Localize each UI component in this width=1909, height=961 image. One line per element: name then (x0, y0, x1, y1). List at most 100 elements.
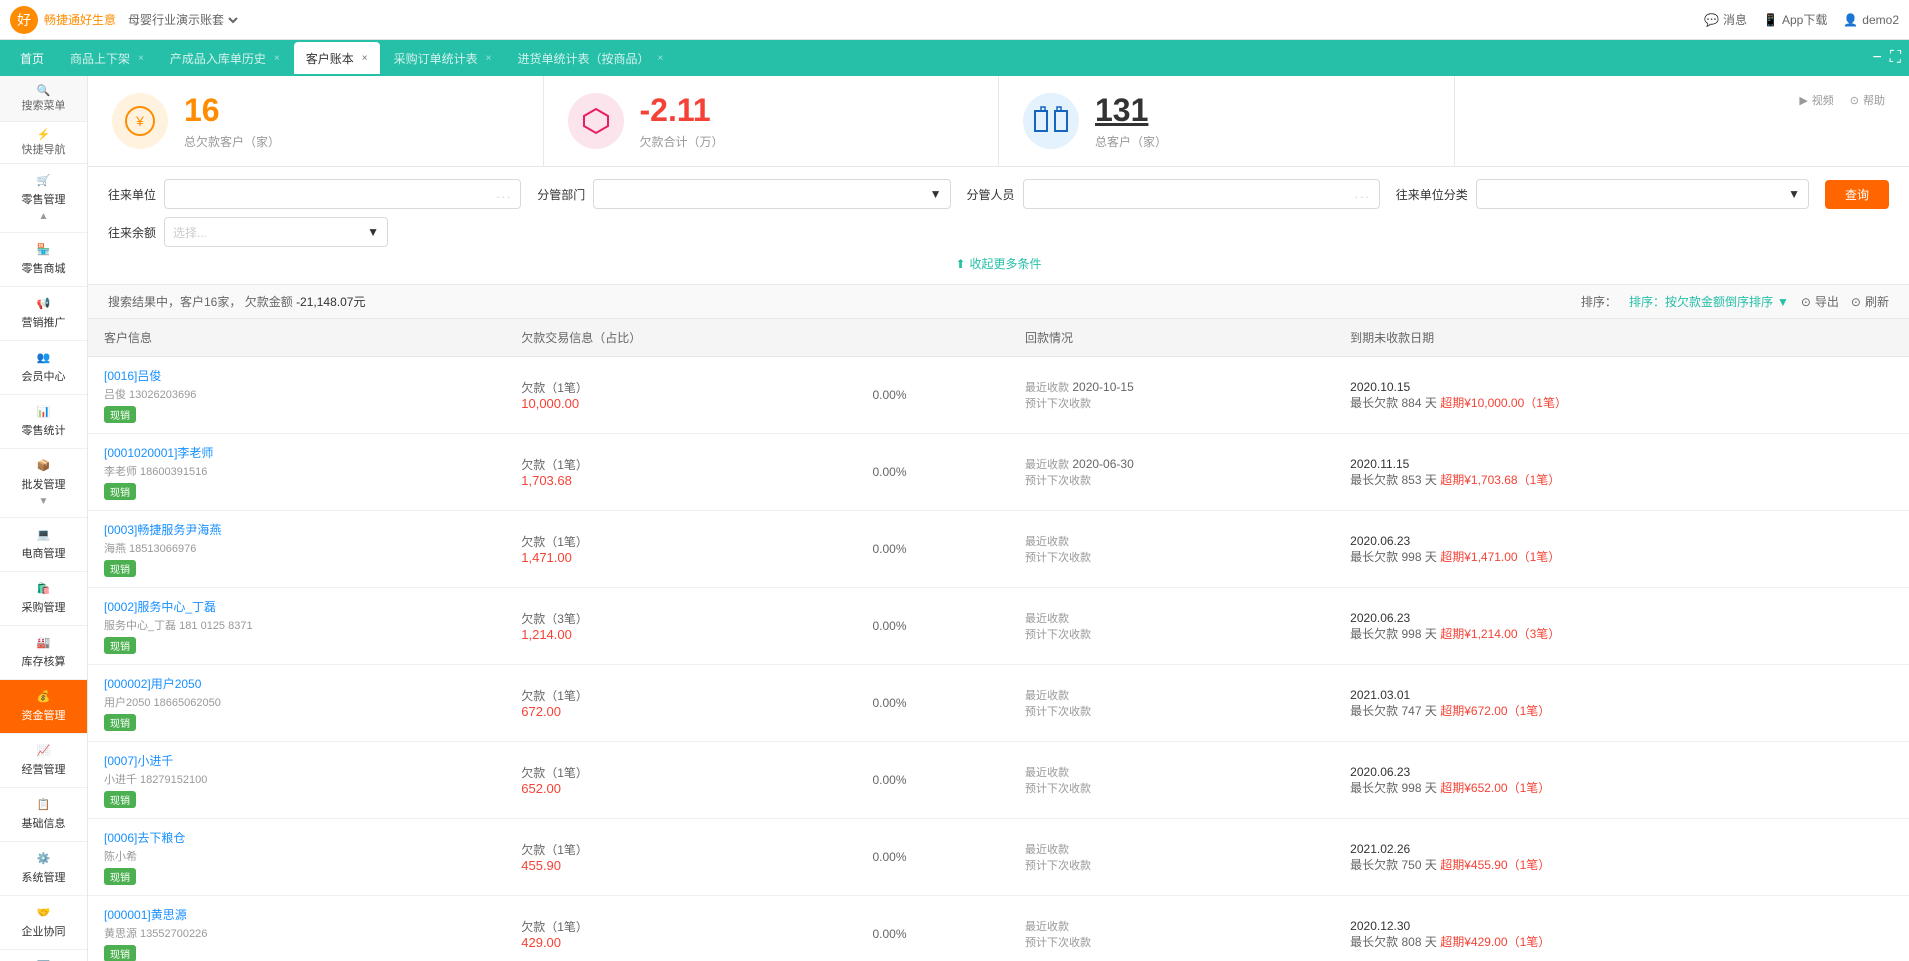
sidebar-item-ecommerce[interactable]: 💻 电商管理 (0, 518, 87, 572)
due-date-0: 2020.10.15 (1350, 380, 1893, 394)
sidebar-item-new-guide[interactable]: 🆕 新手引导 (0, 950, 87, 961)
company-select[interactable]: 母婴行业演示账套 (124, 12, 241, 28)
stat-number-customers: 16 (184, 92, 280, 129)
customer-name-5[interactable]: [0007]小进千 (104, 752, 489, 769)
debt-amount-2[interactable]: 1,471.00 (521, 550, 840, 565)
sidebar-item-batch-mgmt[interactable]: 📦 批发管理 ▼ (0, 449, 87, 518)
refresh-btn[interactable]: ⊙ 刷新 (1851, 293, 1889, 310)
query-button[interactable]: 查询 (1825, 180, 1889, 209)
sidebar-search[interactable]: 🔍 搜索菜单 (0, 76, 87, 122)
tab-purchase-order[interactable]: 采购订单统计表 × (382, 42, 504, 74)
cell-due-3: 2020.06.23 最长欠款 998 天 超期¥1,214.00（3笔） (1334, 588, 1909, 665)
cell-percent-1: 0.00% (856, 434, 1009, 511)
customer-name-6[interactable]: [0006]去下粮仓 (104, 829, 489, 846)
overdue-amount-5[interactable]: 超期¥652.00（1笔） (1440, 781, 1550, 795)
overdue-amount-0[interactable]: 超期¥10,000.00（1笔） (1440, 396, 1567, 410)
recovery-info-1: 最近收款 2020-06-30 (1025, 456, 1318, 472)
sort-select[interactable]: 排序：按欠款金额倒序排序 ▼ (1629, 293, 1789, 310)
cell-debt-3: 欠款（3笔） 1,214.00 (505, 588, 856, 665)
sidebar-item-finance[interactable]: 💰 资金管理 (0, 680, 87, 734)
debt-amount-6[interactable]: 455.90 (521, 858, 840, 873)
tab-purchase-order-close[interactable]: × (486, 53, 492, 64)
finance-icon: 💰 (37, 690, 51, 703)
overdue-amount-1[interactable]: 超期¥1,703.68（1笔） (1440, 473, 1560, 487)
debt-amount-3[interactable]: 1,214.00 (521, 627, 840, 642)
sidebar-item-system-mgmt[interactable]: ⚙️ 系统管理 (0, 842, 87, 896)
stat-card-total-customers: 131 总客户（家） (999, 76, 1455, 166)
app-download-btn[interactable]: 📱 App下载 (1763, 11, 1827, 28)
debt-amount-1[interactable]: 1,703.68 (521, 473, 840, 488)
sidebar-item-enterprise-coop[interactable]: 🤝 企业协同 (0, 896, 87, 950)
customer-name-4[interactable]: [000002]用户2050 (104, 675, 489, 692)
tab-home[interactable]: 首页 (8, 42, 56, 74)
message-btn[interactable]: 💬 消息 (1704, 11, 1747, 28)
tab-product-history[interactable]: 产成品入库单历史 × (158, 42, 292, 74)
cell-due-2: 2020.06.23 最长欠款 998 天 超期¥1,471.00（1笔） (1334, 511, 1909, 588)
source-unit-dots: ... (496, 187, 512, 201)
customer-name-1[interactable]: [0001020001]李老师 (104, 444, 489, 461)
tab-product-history-close[interactable]: × (274, 53, 280, 64)
balance-label: 往来余额 (108, 224, 156, 241)
sidebar-item-member-center[interactable]: 👥 会员中心 (0, 341, 87, 395)
mobile-icon: 📱 (1763, 13, 1778, 27)
sidebar-item-retail-mall[interactable]: 🏪 零售商城 (0, 233, 87, 287)
sidebar-item-purchase-mgmt[interactable]: 🛍️ 采购管理 (0, 572, 87, 626)
dept-select[interactable]: ▼ (593, 179, 950, 209)
tab-minimize-btn[interactable]: − (1872, 49, 1881, 67)
cell-customer-info-4: [000002]用户2050 用户2050 18665062050 现销 (88, 665, 505, 742)
marketing-icon: 📢 (37, 297, 51, 310)
help-btn[interactable]: ⊙ 帮助 (1850, 92, 1885, 108)
overdue-amount-4[interactable]: 超期¥672.00（1笔） (1440, 704, 1550, 718)
sidebar-item-inventory[interactable]: 🏭 库存核算 (0, 626, 87, 680)
sidebar-item-marketing[interactable]: 📢 营销推广 (0, 287, 87, 341)
tab-product-shelf-close[interactable]: × (138, 53, 144, 64)
overdue-amount-3[interactable]: 超期¥1,214.00（3笔） (1440, 627, 1560, 641)
source-unit-input[interactable]: ... (164, 179, 521, 209)
user-avatar[interactable]: 👤 demo2 (1843, 13, 1899, 27)
tab-maximize-btn[interactable]: ⛶ (1890, 49, 1901, 67)
sidebar-item-retail-mgmt[interactable]: 🛒 零售管理 ▲ (0, 164, 87, 233)
unit-category-select[interactable]: ▼ (1476, 179, 1809, 209)
overdue-amount-7[interactable]: 超期¥429.00（1笔） (1440, 935, 1550, 949)
sidebar-item-business-mgmt[interactable]: 📈 经营管理 (0, 734, 87, 788)
recovery-date-0: 2020-10-15 (1072, 380, 1133, 394)
debt-amount-4[interactable]: 672.00 (521, 704, 840, 719)
tab-customer-account-close[interactable]: × (362, 53, 368, 64)
tab-product-shelf[interactable]: 商品上下架 × (58, 42, 156, 74)
top-bar-left: 好 畅捷通好生意 母婴行业演示账套 (10, 6, 241, 34)
tab-purchase-stats-close[interactable]: × (657, 53, 663, 64)
sidebar-item-basic-info[interactable]: 📋 基础信息 (0, 788, 87, 842)
cell-percent-0: 0.00% (856, 357, 1009, 434)
debt-amount-5[interactable]: 652.00 (521, 781, 840, 796)
export-btn[interactable]: ⊙ 导出 (1801, 293, 1839, 310)
percent-value-4: 0.00% (872, 696, 906, 710)
customer-phone-1: 李老师 18600391516 (104, 463, 489, 479)
debt-amount-7[interactable]: 429.00 (521, 935, 840, 950)
video-btn[interactable]: ▶ 视频 (1799, 92, 1833, 108)
sidebar-nav[interactable]: ⚡ 快捷导航 (0, 122, 87, 164)
collapse-button[interactable]: ⬆ 收起更多条件 (108, 255, 1889, 272)
tab-purchase-stats[interactable]: 进货单统计表（按商品） × (505, 42, 675, 74)
cell-debt-4: 欠款（1笔） 672.00 (505, 665, 856, 742)
person-input[interactable]: ... (1023, 179, 1380, 209)
overdue-amount-6[interactable]: 超期¥455.90（1笔） (1440, 858, 1550, 872)
tab-customer-account[interactable]: 客户账本 × (294, 42, 380, 74)
customer-name-2[interactable]: [0003]畅捷服务尹海燕 (104, 521, 489, 538)
search-icon: 🔍 (37, 85, 51, 97)
balance-select[interactable]: 选择... ▼ (164, 217, 388, 247)
stat-info-debt: -2.11 欠款合计（万） (640, 92, 724, 150)
customer-tag-7: 现销 (104, 945, 136, 961)
overdue-detail-2: 最长欠款 998 天 超期¥1,471.00（1笔） (1350, 548, 1893, 565)
message-icon: 💬 (1704, 13, 1719, 27)
customer-name-0[interactable]: [0016]吕俊 (104, 367, 489, 384)
customer-name-7[interactable]: [000001]黄思源 (104, 906, 489, 923)
overdue-amount-2[interactable]: 超期¥1,471.00（1笔） (1440, 550, 1560, 564)
sidebar-item-retail-stats[interactable]: 📊 零售统计 (0, 395, 87, 449)
cell-percent-7: 0.00% (856, 896, 1009, 961)
inventory-icon: 🏭 (37, 636, 51, 649)
overdue-detail-3: 最长欠款 998 天 超期¥1,214.00（3笔） (1350, 625, 1893, 642)
debt-amount-0[interactable]: 10,000.00 (521, 396, 840, 411)
results-summary: 搜索结果中，客户16家 (108, 295, 229, 309)
sidebar-item-label: 零售统计 (22, 422, 66, 438)
customer-name-3[interactable]: [0002]服务中心_丁磊 (104, 598, 489, 615)
